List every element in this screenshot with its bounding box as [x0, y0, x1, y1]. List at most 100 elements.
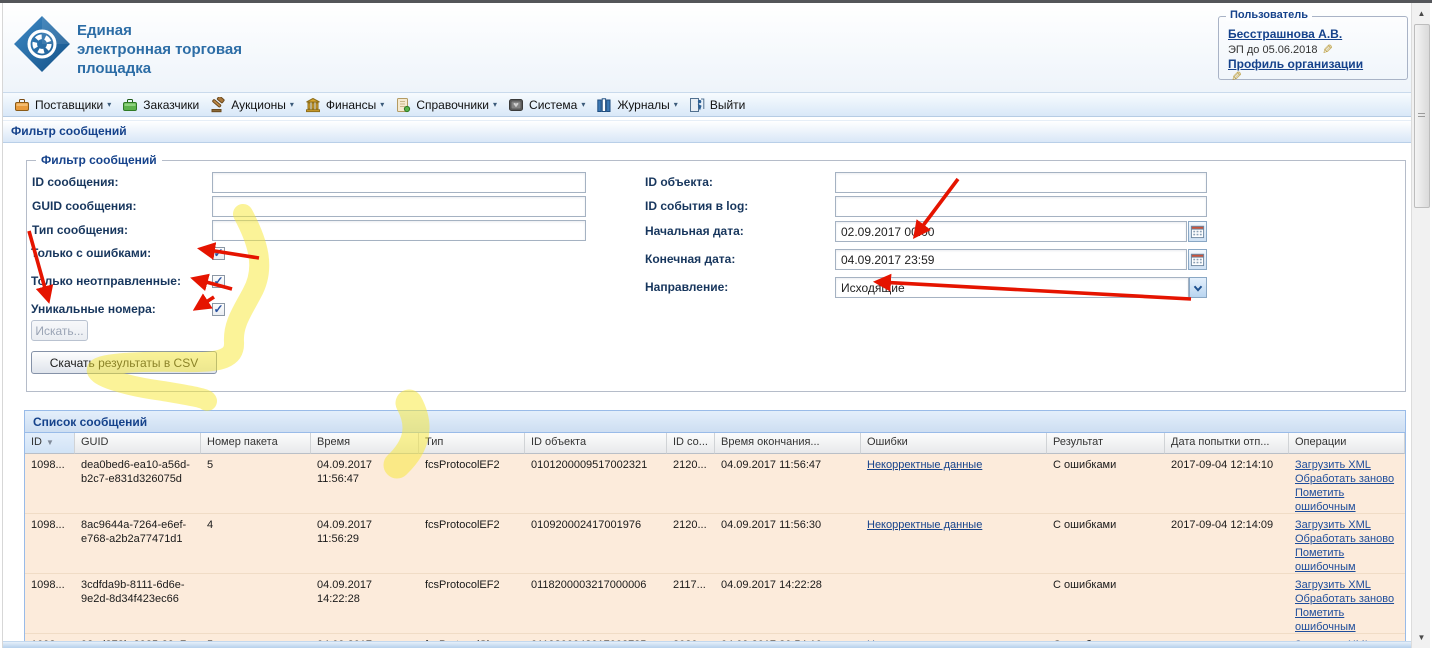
object-id-input[interactable]: [835, 172, 1207, 193]
cell-id_so: 2120...: [673, 459, 707, 471]
search-button[interactable]: Искать...: [31, 320, 88, 341]
sort-desc-icon: ▼: [46, 438, 54, 447]
scrollbar-thumb[interactable]: [1414, 24, 1430, 208]
message-guid-label: GUID сообщения:: [32, 199, 137, 213]
cell-end_time: 04.09.2017 11:56:47: [721, 459, 822, 471]
message-id-input[interactable]: [212, 172, 586, 193]
error-details-link[interactable]: Некорректные данные: [867, 459, 982, 471]
operation-link[interactable]: Пометить ошибочным: [1295, 606, 1399, 633]
menu-item-label: Справочники: [416, 97, 490, 112]
only-unsent-checkbox[interactable]: ✓: [212, 275, 225, 288]
page-title-bar: Фильтр сообщений: [3, 120, 1411, 143]
end-date-calendar-icon[interactable]: [1188, 249, 1207, 270]
direction-input[interactable]: [835, 277, 1189, 298]
menu-item-logout[interactable]: Выйти: [689, 93, 746, 116]
operation-link[interactable]: Обработать заново: [1295, 532, 1399, 546]
menu-item-directories[interactable]: Справочники ▾: [395, 93, 497, 116]
cell-guid: 8ac9644a-7264-e6ef-e768-a2b2a77471d1: [81, 519, 187, 545]
grid-title: Список сообщений: [33, 415, 148, 429]
edit-pen-icon[interactable]: ✎: [1228, 67, 1243, 85]
object-id-label: ID объекта:: [645, 175, 713, 189]
column-header-номер-пакета[interactable]: Номер пакета: [201, 433, 311, 454]
download-csv-button[interactable]: Скачать результаты в CSV: [31, 351, 217, 374]
cell-result: С ошибками: [1053, 519, 1117, 531]
menu-item-label: Аукционы: [231, 97, 286, 112]
message-type-input[interactable]: [212, 220, 586, 241]
chevron-down-icon: ▾: [107, 100, 112, 109]
column-header-guid[interactable]: GUID: [75, 433, 201, 454]
column-header-ошибки[interactable]: Ошибки: [861, 433, 1047, 454]
cell-type: fcsProtocolEF2: [425, 579, 500, 591]
operation-link[interactable]: Загрузить XML: [1295, 518, 1399, 532]
start-date-input[interactable]: [835, 221, 1187, 242]
operation-link[interactable]: Пометить ошибочным: [1295, 486, 1399, 513]
column-header-дата-попытки-отп-[interactable]: Дата попытки отп...: [1165, 433, 1289, 454]
log-event-id-input[interactable]: [835, 196, 1207, 217]
cell-end_time: 04.09.2017 14:22:28: [721, 579, 822, 591]
vertical-scrollbar[interactable]: ▲ ▼: [1411, 3, 1430, 648]
filter-fieldset: [26, 160, 1406, 392]
column-header-тип[interactable]: Тип: [419, 433, 525, 454]
start-date-calendar-icon[interactable]: [1188, 221, 1207, 242]
column-header-операции[interactable]: Операции: [1289, 433, 1405, 454]
unique-numbers-checkbox[interactable]: ✓: [212, 303, 225, 316]
direction-dropdown-trigger[interactable]: [1189, 277, 1207, 298]
org-profile-link[interactable]: Профиль организации: [1228, 55, 1363, 73]
start-date-label: Начальная дата:: [645, 224, 744, 238]
operation-link[interactable]: Пометить ошибочным: [1295, 546, 1399, 573]
column-header-id-со-[interactable]: ID со...: [667, 433, 715, 454]
column-header-результат[interactable]: Результат: [1047, 433, 1165, 454]
direction-label: Направление:: [645, 280, 729, 294]
grid-title-bar: Список сообщений: [25, 411, 1405, 433]
error-details-link[interactable]: Некорректные данные: [867, 519, 982, 531]
cell-guid: dea0bed6-ea10-a56d-b2c7-e831d326075d: [81, 459, 190, 485]
operation-link[interactable]: Загрузить XML: [1295, 578, 1399, 592]
message-id-label: ID сообщения:: [32, 175, 119, 189]
menu-item-system[interactable]: Система ▾: [508, 93, 585, 116]
table-row[interactable]: 1098... 3cdfda9b-8111-6d6e-9e2d-8d34f423e…: [25, 574, 1405, 634]
end-date-input[interactable]: [835, 249, 1187, 270]
menu-item-label: Финансы: [325, 97, 377, 112]
menu-item-label: Система: [529, 97, 578, 112]
operation-link[interactable]: Обработать заново: [1295, 592, 1399, 606]
page-title: Фильтр сообщений: [11, 124, 127, 138]
operation-link[interactable]: Обработать заново: [1295, 472, 1399, 486]
table-row[interactable]: 1098... dea0bed6-ea10-a56d-b2c7-e831d3260…: [25, 454, 1405, 514]
column-header-время-окончания-[interactable]: Время окончания...: [715, 433, 861, 454]
cell-package: 4: [207, 519, 214, 531]
filter-fieldset-legend: Фильтр сообщений: [36, 153, 162, 167]
scrollbar-up-icon[interactable]: ▲: [1414, 6, 1429, 21]
menu-item-customers[interactable]: Заказчики: [122, 93, 199, 116]
menu-item-finances[interactable]: Финансы ▾: [305, 93, 384, 116]
column-header-id[interactable]: ID ▼: [25, 433, 75, 454]
exit-icon: [689, 97, 705, 113]
brand-title: Единая электронная торговая площадка: [77, 22, 242, 77]
chevron-down-icon: ▾: [380, 100, 385, 109]
operation-link[interactable]: Загрузить XML: [1295, 458, 1399, 472]
cell-guid: 3cdfda9b-8111-6d6e-9e2d-8d34f423ec66: [81, 579, 185, 605]
menu-item-auctions[interactable]: Аукционы ▾: [210, 93, 294, 116]
cell-time: 04.09.2017 11:56:47: [317, 459, 373, 485]
gavel-icon: [210, 95, 226, 113]
cell-object_id: 010920002417001976: [531, 519, 642, 531]
menu-item-label: Выйти: [709, 97, 746, 112]
column-header-время[interactable]: Время: [311, 433, 419, 454]
table-row[interactable]: 1098... 8ac9644a-7264-e6ef-e768-a2b2a7747…: [25, 514, 1405, 574]
cell-id_so: 2120...: [673, 519, 707, 531]
menu-item-label: Поставщики: [35, 97, 104, 112]
paging-bar-edge: [3, 641, 1411, 648]
menu-item-journals[interactable]: Журналы ▾: [596, 93, 678, 116]
cell-errors: [861, 574, 1047, 633]
edit-pen-icon[interactable]: ✎: [1318, 44, 1334, 55]
message-guid-input[interactable]: [212, 196, 586, 217]
main-menubar: Поставщики ▾ Заказчики Аукционы ▾ Финансы ▾ Спр…: [3, 92, 1411, 117]
unique-numbers-label: Уникальные номера:: [31, 302, 156, 316]
cell-time: 04.09.2017 14:22:28: [317, 579, 373, 605]
column-header-id-объекта[interactable]: ID объекта: [525, 433, 667, 454]
system-icon: [508, 97, 524, 113]
only-errors-checkbox[interactable]: ✓: [212, 247, 225, 260]
scrollbar-down-icon[interactable]: ▼: [1414, 630, 1429, 645]
cell-attempt_date: 2017-09-04 12:14:10: [1171, 459, 1274, 471]
briefcase-green-icon: [122, 97, 138, 113]
menu-item-suppliers[interactable]: Поставщики ▾: [14, 93, 111, 116]
